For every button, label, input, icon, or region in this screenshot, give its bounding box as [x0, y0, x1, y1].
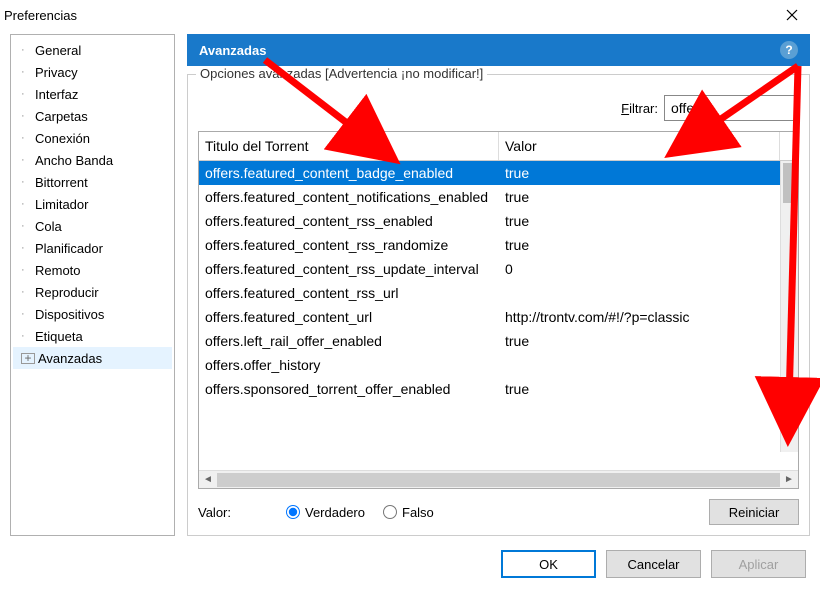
setting-value: true [499, 333, 798, 349]
setting-value: true [499, 381, 798, 397]
setting-name: offers.featured_content_notifications_en… [199, 189, 499, 205]
setting-name: offers.left_rail_offer_enabled [199, 333, 499, 349]
setting-value: 0 [499, 261, 798, 277]
vertical-scrollbar[interactable] [780, 161, 798, 452]
sidebar-item-label: Etiqueta [35, 329, 83, 344]
radio-false[interactable]: Falso [383, 505, 434, 520]
setting-name: offers.featured_content_url [199, 309, 499, 325]
table-row[interactable]: offers.featured_content_rss_url [199, 281, 798, 305]
table-row[interactable]: offers.featured_content_badge_enabledtru… [199, 161, 798, 185]
sidebar-item-label: Dispositivos [35, 307, 104, 322]
table-row[interactable]: offers.featured_content_rss_enabledtrue [199, 209, 798, 233]
section-header: Avanzadas ? [187, 34, 810, 66]
table-row[interactable]: offers.featured_content_rss_update_inter… [199, 257, 798, 281]
section-title: Avanzadas [199, 43, 266, 58]
col-header-name[interactable]: Titulo del Torrent [199, 132, 499, 160]
sidebar-item-label: Planificador [35, 241, 103, 256]
ok-button[interactable]: OK [501, 550, 596, 578]
expand-icon[interactable]: + [21, 353, 35, 364]
sidebar-item-label: Avanzadas [38, 351, 102, 366]
sidebar-item-label: Ancho Banda [35, 153, 113, 168]
filter-input[interactable] [664, 95, 799, 121]
sidebar-item-limitador[interactable]: ·Limitador [13, 193, 172, 215]
col-header-value[interactable]: Valor [499, 132, 780, 160]
setting-name: offers.featured_content_rss_url [199, 285, 499, 301]
radio-true[interactable]: Verdadero [286, 505, 365, 520]
table-row[interactable]: offers.featured_content_rss_randomizetru… [199, 233, 798, 257]
sidebar-item-privacy[interactable]: ·Privacy [13, 61, 172, 83]
table-row[interactable]: offers.featured_content_notifications_en… [199, 185, 798, 209]
sidebar-item-conexión[interactable]: ·Conexión [13, 127, 172, 149]
setting-value: true [499, 189, 798, 205]
preferences-tree[interactable]: ·General·Privacy·Interfaz·Carpetas·Conex… [10, 34, 175, 536]
sidebar-item-interfaz[interactable]: ·Interfaz [13, 83, 172, 105]
sidebar-item-remoto[interactable]: ·Remoto [13, 259, 172, 281]
sidebar-item-label: Privacy [35, 65, 78, 80]
sidebar-item-label: Cola [35, 219, 62, 234]
setting-name: offers.featured_content_badge_enabled [199, 165, 499, 181]
sidebar-item-general[interactable]: ·General [13, 39, 172, 61]
sidebar-item-label: Reproducir [35, 285, 99, 300]
sidebar-item-avanzadas[interactable]: +Avanzadas [13, 347, 172, 369]
table-row[interactable]: offers.left_rail_offer_enabledtrue [199, 329, 798, 353]
settings-table[interactable]: Titulo del Torrent Valor offers.featured… [198, 131, 799, 489]
sidebar-item-carpetas[interactable]: ·Carpetas [13, 105, 172, 127]
sidebar-item-label: General [35, 43, 81, 58]
sidebar-item-planificador[interactable]: ·Planificador [13, 237, 172, 259]
sidebar-item-bittorrent[interactable]: ·Bittorrent [13, 171, 172, 193]
setting-value: http://trontv.com/#!/?p=classic [499, 309, 798, 325]
sidebar-item-label: Conexión [35, 131, 90, 146]
apply-button[interactable]: Aplicar [711, 550, 806, 578]
sidebar-item-etiqueta[interactable]: ·Etiqueta [13, 325, 172, 347]
table-row[interactable]: offers.offer_history [199, 353, 798, 377]
setting-name: offers.sponsored_torrent_offer_enabled [199, 381, 499, 397]
table-row[interactable]: offers.featured_content_urlhttp://trontv… [199, 305, 798, 329]
sidebar-item-ancho-banda[interactable]: ·Ancho Banda [13, 149, 172, 171]
filter-label: Filtrar: [621, 101, 658, 116]
reset-button[interactable]: Reiniciar [709, 499, 799, 525]
sidebar-item-label: Bittorrent [35, 175, 88, 190]
value-label: Valor: [198, 505, 268, 520]
setting-name: offers.offer_history [199, 357, 499, 373]
window-title: Preferencias [4, 8, 77, 23]
horizontal-scrollbar[interactable]: ◄ ► [199, 470, 798, 488]
group-label: Opciones avanzadas [Advertencia ¡no modi… [196, 66, 487, 81]
sidebar-item-reproducir[interactable]: ·Reproducir [13, 281, 172, 303]
sidebar-item-label: Carpetas [35, 109, 88, 124]
table-row[interactable]: offers.sponsored_torrent_offer_enabledtr… [199, 377, 798, 401]
setting-value: true [499, 213, 798, 229]
cancel-button[interactable]: Cancelar [606, 550, 701, 578]
sidebar-item-label: Interfaz [35, 87, 78, 102]
sidebar-item-label: Remoto [35, 263, 81, 278]
help-icon[interactable]: ? [780, 41, 798, 59]
setting-value: true [499, 237, 798, 253]
sidebar-item-dispositivos[interactable]: ·Dispositivos [13, 303, 172, 325]
setting-name: offers.featured_content_rss_update_inter… [199, 261, 499, 277]
close-icon[interactable] [772, 1, 812, 29]
setting-name: offers.featured_content_rss_randomize [199, 237, 499, 253]
sidebar-item-label: Limitador [35, 197, 88, 212]
setting-value: true [499, 165, 798, 181]
setting-name: offers.featured_content_rss_enabled [199, 213, 499, 229]
sidebar-item-cola[interactable]: ·Cola [13, 215, 172, 237]
